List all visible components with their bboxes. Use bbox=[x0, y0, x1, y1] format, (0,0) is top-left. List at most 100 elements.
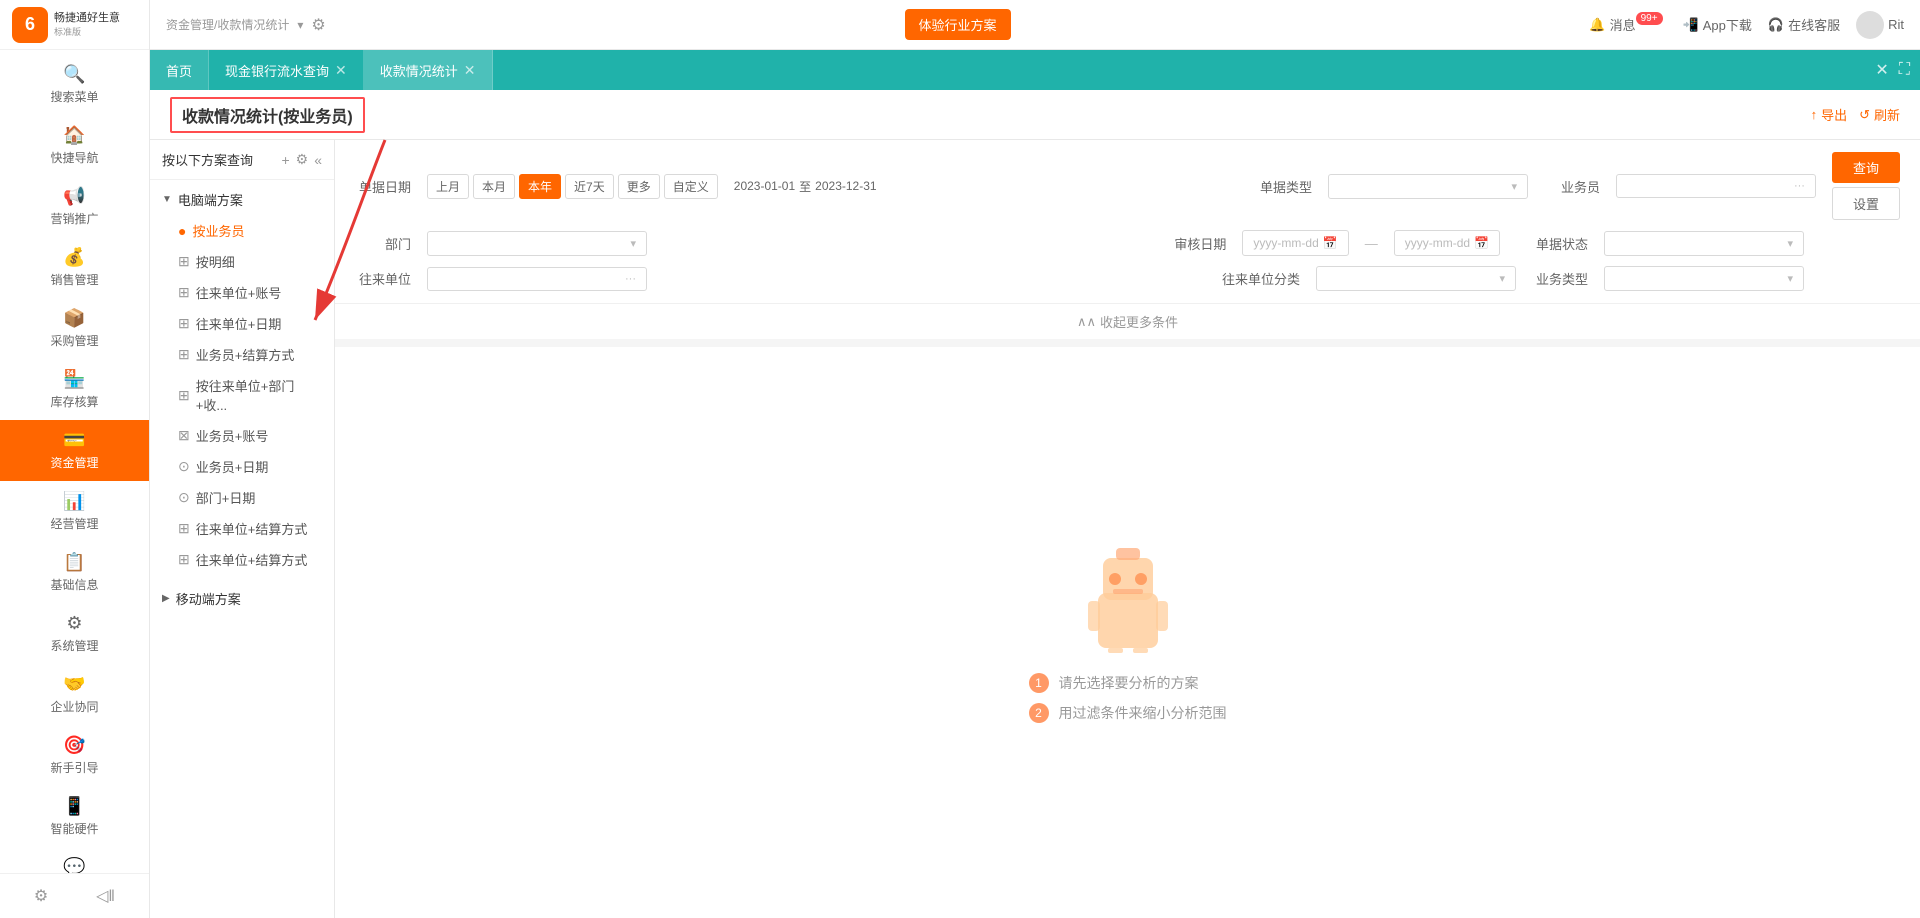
biz-type-select[interactable]: ▾ bbox=[1604, 266, 1804, 291]
sidebar-item-basic-info[interactable]: 📋 基础信息 bbox=[0, 542, 149, 603]
filter-row-1: 单据日期 上月 本月 本年 近7天 更多 自定义 2023-01-01 至 bbox=[355, 152, 1900, 220]
tab-bank-flow[interactable]: 现金银行流水查询 ✕ bbox=[209, 50, 364, 90]
partner-select[interactable]: ··· bbox=[427, 267, 647, 291]
user-avatar bbox=[1856, 11, 1884, 39]
review-date-label: 审核日期 bbox=[1170, 234, 1226, 253]
review-date-from[interactable]: yyyy-mm-dd 📅 bbox=[1242, 230, 1348, 256]
header-gear-icon[interactable]: ⚙ bbox=[311, 15, 325, 35]
sidebar-item-purchase[interactable]: 📦 采购管理 bbox=[0, 298, 149, 359]
wechat-icon: 💬 bbox=[63, 857, 85, 873]
service-icon: 🎧 bbox=[1768, 17, 1784, 33]
empty-step-2: 2 用过滤条件来缩小分析范围 bbox=[1029, 703, 1227, 723]
tab-close-collection[interactable]: ✕ bbox=[464, 62, 476, 79]
scheme-item-sp-account[interactable]: ⊠ 业务员+账号 bbox=[150, 420, 334, 451]
tab-close-bank[interactable]: ✕ bbox=[335, 62, 347, 79]
collapse-sidebar-btn[interactable]: ◁‖ bbox=[96, 886, 115, 906]
voucher-type-select[interactable]: ▾ bbox=[1328, 174, 1528, 199]
scheme-item-partner-account[interactable]: ⊞ 往来单位+账号 bbox=[150, 277, 334, 308]
sidebar-item-marketing[interactable]: 📢 营销推广 bbox=[0, 176, 149, 237]
scheme-item-detail[interactable]: ⊞ 按明细 bbox=[150, 246, 334, 277]
calendar-from-icon: 📅 bbox=[1323, 236, 1338, 250]
scheme-collapse-icon[interactable]: « bbox=[314, 152, 322, 168]
date-btn-more[interactable]: 更多 bbox=[618, 174, 660, 199]
scheme-item-partner-dept[interactable]: ⊞ 按往来单位+部门+收... bbox=[150, 370, 334, 420]
collapse-bar[interactable]: ∧∧ 收起更多条件 bbox=[335, 303, 1920, 339]
query-button[interactable]: 查询 bbox=[1832, 152, 1900, 183]
scheme-item-dept-date[interactable]: ⊙ 部门+日期 bbox=[150, 482, 334, 513]
salesperson-select[interactable]: ··· bbox=[1616, 174, 1816, 198]
tab-close-all-btn[interactable]: ✕ bbox=[1875, 60, 1888, 80]
user-name[interactable]: Rit bbox=[1856, 11, 1904, 39]
scheme-item-sp-date[interactable]: ⊙ 业务员+日期 bbox=[150, 451, 334, 482]
date-btn-this-month[interactable]: 本月 bbox=[473, 174, 515, 199]
scheme-item-by-salesperson[interactable]: ● 按业务员 bbox=[150, 215, 334, 246]
review-date-to[interactable]: yyyy-mm-dd 📅 bbox=[1394, 230, 1500, 256]
scheme-dept-date-icon: ⊙ bbox=[178, 489, 190, 506]
partner-cat-select[interactable]: ▾ bbox=[1316, 266, 1516, 291]
sidebar-item-system[interactable]: ⚙ 系统管理 bbox=[0, 603, 149, 664]
sidebar-item-search[interactable]: 🔍 搜索菜单 bbox=[0, 54, 149, 115]
app-logo-icon: 6 bbox=[12, 7, 48, 43]
empty-step-1: 1 请先选择要分析的方案 bbox=[1029, 673, 1227, 693]
date-btn-custom[interactable]: 自定义 bbox=[664, 174, 718, 199]
sidebar-item-inventory[interactable]: 🏪 库存核算 bbox=[0, 359, 149, 420]
page-title-bar: 收款情况统计(按业务员) ↑ 导出 ↺ 刷新 bbox=[150, 90, 1920, 140]
header-dropdown-arrow[interactable]: ▾ bbox=[297, 18, 303, 32]
group-mobile-arrow: ▶ bbox=[162, 593, 170, 604]
sidebar-item-finance[interactable]: 💳 资金管理 bbox=[0, 420, 149, 481]
sidebar-item-operations[interactable]: 📊 经营管理 bbox=[0, 481, 149, 542]
sidebar-item-quicknav[interactable]: 🏠 快捷导航 bbox=[0, 115, 149, 176]
voucher-status-select[interactable]: ▾ bbox=[1604, 231, 1804, 256]
tab-home[interactable]: 首页 bbox=[150, 50, 209, 90]
scheme-item-partner-settle2[interactable]: ⊞ 往来单位+结算方式 bbox=[150, 544, 334, 575]
sidebar-item-wechat[interactable]: 💬 企业微信 bbox=[0, 847, 149, 873]
inventory-icon: 🏪 bbox=[63, 369, 85, 390]
filter-actions: 查询 设置 bbox=[1832, 152, 1900, 220]
scheme-sp-date-icon: ⊙ bbox=[178, 458, 190, 475]
notification-btn[interactable]: 🔔 消息 99+ bbox=[1589, 15, 1666, 34]
date-range-display: 2023-01-01 至 2023-12-31 bbox=[734, 178, 877, 195]
app-download-btn[interactable]: 📲 App下载 bbox=[1683, 15, 1752, 34]
refresh-icon: ↺ bbox=[1859, 107, 1870, 123]
scheme-item-partner-settle1[interactable]: ⊞ 往来单位+结算方式 bbox=[150, 513, 334, 544]
sidebar-item-hardware[interactable]: 📱 智能硬件 bbox=[0, 786, 149, 847]
sales-icon: 💰 bbox=[63, 247, 85, 268]
tab-collection-stats[interactable]: 收款情况统计 ✕ bbox=[364, 50, 493, 90]
date-btn-this-year[interactable]: 本年 bbox=[519, 174, 561, 199]
online-service-btn[interactable]: 🎧 在线客服 bbox=[1768, 15, 1840, 34]
tab-maximize-btn[interactable]: ⛶ bbox=[1899, 61, 1910, 79]
scheme-setting-icon[interactable]: ⚙ bbox=[296, 151, 309, 168]
page-area: 收款情况统计(按业务员) ↑ 导出 ↺ 刷新 按以下方案查询 + bbox=[150, 90, 1920, 918]
setting-button[interactable]: 设置 bbox=[1832, 187, 1900, 220]
scheme-group-desktop-header[interactable]: ▼ 电脑端方案 bbox=[150, 184, 334, 215]
trial-button[interactable]: 体验行业方案 bbox=[905, 9, 1011, 40]
scheme-partner-dept-icon: ⊞ bbox=[178, 387, 190, 404]
voucher-status-arrow: ▾ bbox=[1787, 237, 1793, 250]
home-icon: 🏠 bbox=[63, 125, 85, 146]
scheme-group-desktop: ▼ 电脑端方案 ● 按业务员 ⊞ 按明细 ⊞ 往来单位+账号 bbox=[150, 180, 334, 579]
sidebar-item-collab[interactable]: 🤝 企业协同 bbox=[0, 664, 149, 725]
robot-illustration bbox=[1078, 543, 1178, 653]
settings-footer-btn[interactable]: ⚙ bbox=[34, 886, 48, 906]
scheme-item-partner-date[interactable]: ⊞ 往来单位+日期 bbox=[150, 308, 334, 339]
sidebar-item-guide[interactable]: 🎯 新手引导 bbox=[0, 725, 149, 786]
refresh-btn[interactable]: ↺ 刷新 bbox=[1859, 105, 1900, 124]
page-title: 收款情况统计(按业务员) bbox=[170, 97, 365, 133]
scheme-group-mobile-header[interactable]: ▶ 移动端方案 bbox=[150, 583, 334, 614]
marketing-icon: 📢 bbox=[63, 186, 85, 207]
partner-cat-arrow: ▾ bbox=[1499, 272, 1505, 285]
export-btn[interactable]: ↑ 导出 bbox=[1811, 105, 1848, 124]
date-btn-last-7-days[interactable]: 近7天 bbox=[565, 174, 614, 199]
date-btn-last-month[interactable]: 上月 bbox=[427, 174, 469, 199]
salesperson-label: 业务员 bbox=[1544, 177, 1600, 196]
dept-select[interactable]: ▾ bbox=[427, 231, 647, 256]
filter-area: 单据日期 上月 本月 本年 近7天 更多 自定义 2023-01-01 至 bbox=[335, 140, 1920, 303]
date-quick-btns: 上月 本月 本年 近7天 更多 自定义 bbox=[427, 174, 718, 199]
dept-dropdown-arrow: ▾ bbox=[630, 237, 636, 250]
scheme-item-salesperson-settlement[interactable]: ⊞ 业务员+结算方式 bbox=[150, 339, 334, 370]
date-label: 单据日期 bbox=[355, 177, 411, 196]
scheme-add-icon[interactable]: + bbox=[281, 152, 289, 168]
notification-badge: 99+ bbox=[1636, 12, 1663, 25]
scheme-panel: 按以下方案查询 + ⚙ « ▼ 电脑端方案 ● 按业务员 bbox=[150, 140, 335, 918]
sidebar-item-sales[interactable]: 💰 销售管理 bbox=[0, 237, 149, 298]
